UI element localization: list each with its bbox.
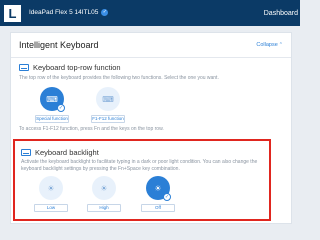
backlight-section-title: Keyboard backlight [21,148,99,157]
backlight-description: Activate the keyboard backlight to facil… [21,159,258,172]
top-row-section-title: Keyboard top-row function [19,63,121,72]
panel-title: Intelligent Keyboard [19,40,99,50]
collapse-button[interactable]: Collapse⌃ [256,42,283,48]
top-bar: L IdeaPad Flex 5 14ITL05 ✓ Dashboard [0,0,300,26]
option-backlight-off[interactable]: ☀ ✓ Off [140,176,176,212]
top-row-footnote: To access F1-F12 function, press Fn and … [19,126,164,132]
top-row-description: The top row of the keyboard provides the… [19,75,219,81]
option-special-function[interactable]: ⌨ ✓ Special function [34,87,70,123]
option-label: High [87,204,121,212]
chevron-up-icon: ⌃ [278,42,283,48]
option-label: F1-F12 function [91,115,125,123]
option-f1-f12-function[interactable]: ⌨ F1-F12 function [90,87,126,123]
dashboard-link[interactable]: Dashboard [264,10,298,17]
backlight-off-icon: ☀ ✓ [146,176,171,201]
backlight-low-icon: ☀ [39,176,63,200]
selected-check-icon: ✓ [57,104,65,112]
backlight-high-icon: ☀ [92,176,116,200]
option-backlight-high[interactable]: ☀ High [86,176,122,212]
device-name-label: IdeaPad Flex 5 14ITL05 [29,9,99,17]
option-backlight-low[interactable]: ☀ Low [33,176,69,212]
lenovo-logo: L [4,4,21,22]
keyboard-icon [19,64,29,71]
keyboard-icon [21,149,31,156]
option-label: Off [141,204,175,212]
special-function-icon: ⌨ ✓ [40,87,65,112]
device-name: IdeaPad Flex 5 14ITL05 ✓ [29,9,109,17]
selected-check-icon: ✓ [163,193,171,201]
option-label: Special function [35,115,69,123]
check-badge-icon: ✓ [101,9,109,17]
option-label: Low [34,204,68,212]
divider [11,57,291,58]
collapse-label: Collapse [256,42,278,48]
backlight-title: Keyboard backlight [35,148,99,157]
f-keys-icon: ⌨ [96,87,120,111]
intelligent-keyboard-panel: Intelligent Keyboard Collapse⌃ Keyboard … [10,32,292,224]
top-row-title: Keyboard top-row function [33,63,121,72]
